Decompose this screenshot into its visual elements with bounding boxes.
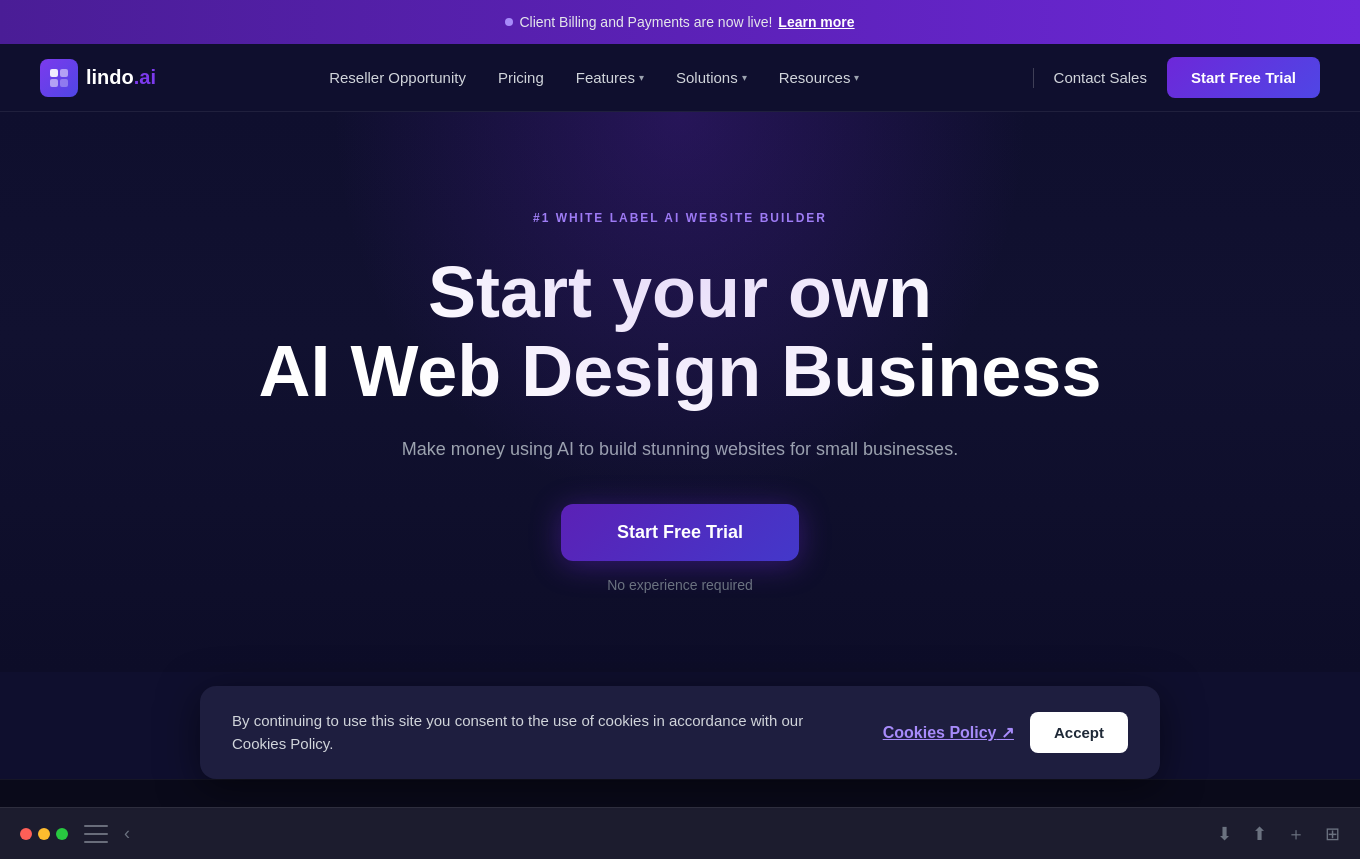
nav-resources[interactable]: Resources ▾ [779,69,860,86]
nav-solutions[interactable]: Solutions ▾ [676,69,747,86]
share-icon[interactable]: ⬆ [1252,823,1267,845]
nav-back-icon[interactable]: ‹ [124,823,130,844]
traffic-light-green[interactable] [56,828,68,840]
svg-rect-3 [60,79,68,87]
traffic-light-yellow[interactable] [38,828,50,840]
logo-icon [40,59,78,97]
hero-section: #1 WHITE LABEL AI WEBSITE BUILDER Start … [0,112,1360,672]
announcement-text: Client Billing and Payments are now live… [519,14,772,30]
add-tab-icon[interactable]: ＋ [1287,822,1305,846]
external-link-icon: ↗ [1001,724,1014,741]
nav-reseller-opportunity[interactable]: Reseller Opportunity [329,69,466,86]
cookie-actions: Cookies Policy ↗ Accept [883,712,1128,753]
resources-chevron-icon: ▾ [854,72,859,83]
nav-right: Contact Sales Start Free Trial [1033,57,1320,98]
navbar: lindo.ai Reseller Opportunity Pricing Fe… [0,44,1360,112]
hero-title-line2: AI Web Design Business [259,331,1102,411]
browser-bar: ‹ ⬇ ⬆ ＋ ⊞ [0,807,1360,859]
features-chevron-icon: ▾ [639,72,644,83]
logo[interactable]: lindo.ai [40,59,156,97]
live-dot-icon [505,18,513,26]
hero-title: Start your own AI Web Design Business [259,253,1102,411]
browser-icons-right: ⬇ ⬆ ＋ ⊞ [1217,822,1340,846]
solutions-chevron-icon: ▾ [742,72,747,83]
hero-cta-button[interactable]: Start Free Trial [561,504,799,561]
grid-icon[interactable]: ⊞ [1325,823,1340,845]
announcement-bar: Client Billing and Payments are now live… [0,0,1360,44]
traffic-light-red[interactable] [20,828,32,840]
cookies-policy-link[interactable]: Cookies Policy ↗ [883,723,1014,742]
nav-cta-button[interactable]: Start Free Trial [1167,57,1320,98]
logo-text: lindo.ai [86,66,156,89]
cookie-message: By continuing to use this site you conse… [232,710,859,755]
accept-button[interactable]: Accept [1030,712,1128,753]
nav-pricing[interactable]: Pricing [498,69,544,86]
hero-footnote: No experience required [607,577,753,593]
cookie-banner: By continuing to use this site you conse… [200,686,1160,779]
hero-badge: #1 WHITE LABEL AI WEBSITE BUILDER [533,211,827,225]
svg-rect-2 [50,79,58,87]
hero-subtitle: Make money using AI to build stunning we… [402,435,958,464]
traffic-lights [20,828,68,840]
hero-title-line1: Start your own [428,252,932,332]
nav-links: Reseller Opportunity Pricing Features ▾ … [329,69,859,86]
footer-strip [0,779,1360,807]
download-icon[interactable]: ⬇ [1217,823,1232,845]
contact-sales-link[interactable]: Contact Sales [1054,69,1147,86]
svg-rect-0 [50,69,58,77]
nav-divider [1033,68,1034,88]
sidebar-toggle-button[interactable] [84,825,108,843]
svg-rect-1 [60,69,68,77]
nav-features[interactable]: Features ▾ [576,69,644,86]
learn-more-link[interactable]: Learn more [778,14,854,30]
logo-suffix: .ai [134,66,156,88]
